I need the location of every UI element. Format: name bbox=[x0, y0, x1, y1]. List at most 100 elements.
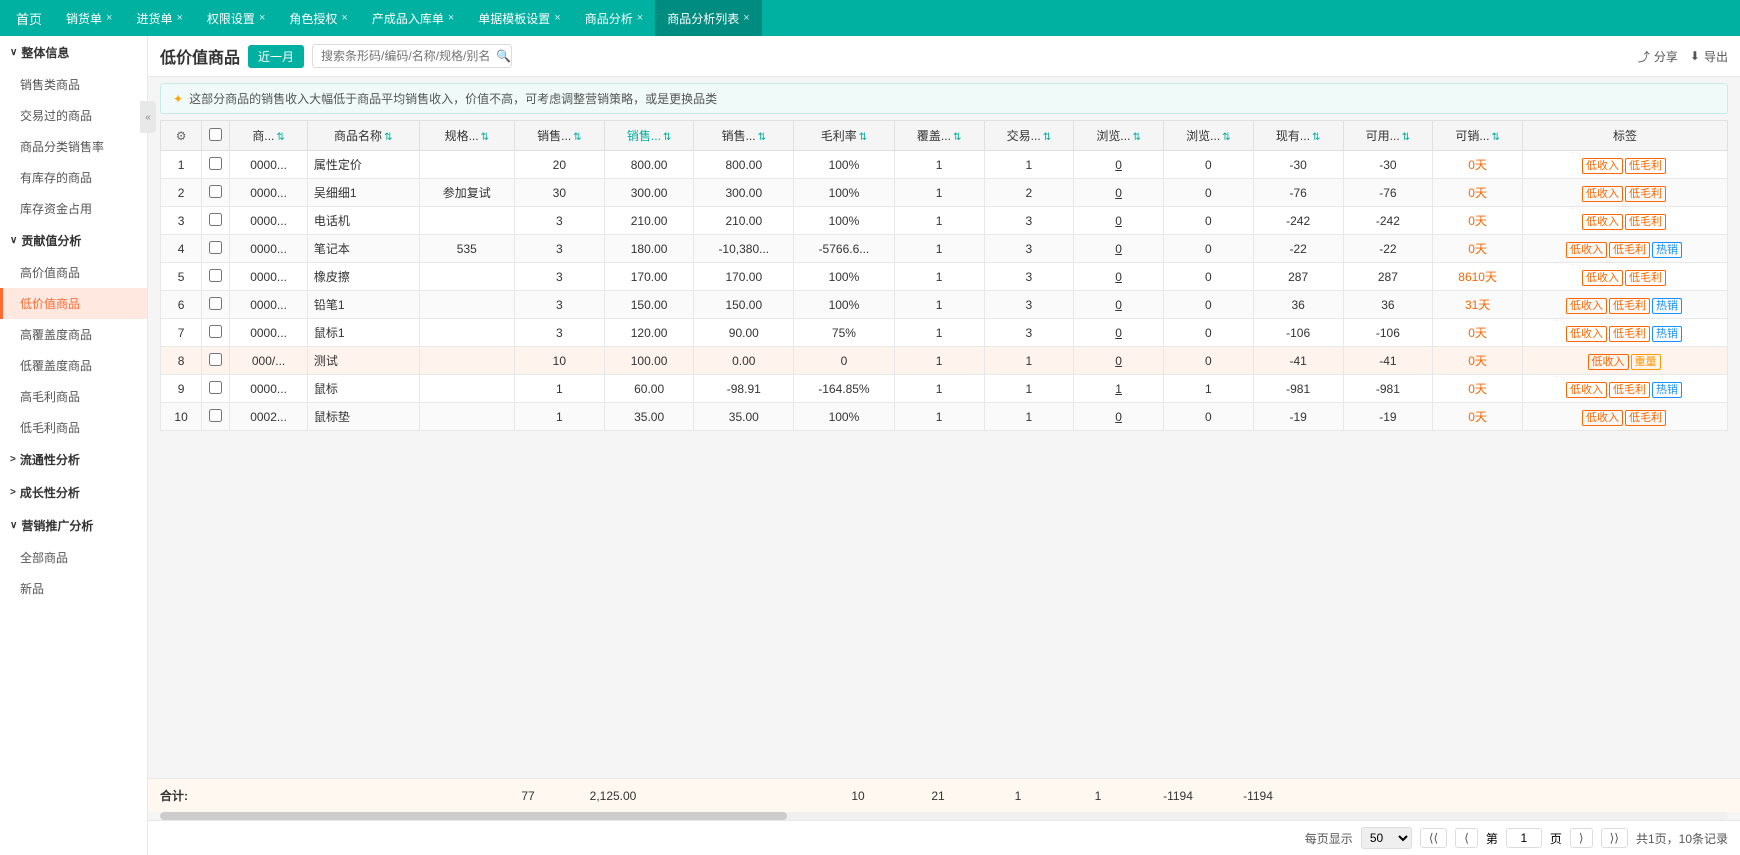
cell-checkbox[interactable] bbox=[202, 375, 230, 403]
cell-name[interactable]: 橡皮擦 bbox=[307, 263, 419, 291]
cell-browse1[interactable]: 0 bbox=[1074, 403, 1164, 431]
sidebar-item-all-goods[interactable]: 全部商品 bbox=[0, 542, 147, 573]
browse-link[interactable]: 0 bbox=[1115, 242, 1122, 256]
row-checkbox[interactable] bbox=[209, 241, 222, 254]
share-button[interactable]: ⤴ 分享 bbox=[1638, 48, 1678, 65]
row-checkbox[interactable] bbox=[209, 185, 222, 198]
nav-template[interactable]: 单据模板设置 × bbox=[466, 0, 572, 36]
cell-name[interactable]: 吴细细1 bbox=[307, 179, 419, 207]
cell-name[interactable]: 电话机 bbox=[307, 207, 419, 235]
sidebar-item-new-goods[interactable]: 新品 bbox=[0, 573, 147, 604]
col-cost[interactable]: 销售...⇅ bbox=[694, 121, 794, 151]
sidebar-collapse-button[interactable]: « bbox=[140, 101, 156, 133]
nav-product-analysis-list[interactable]: 商品分析列表 × bbox=[655, 0, 761, 36]
sidebar-item-low-value[interactable]: 低价值商品 bbox=[0, 288, 147, 319]
browse-link[interactable]: 0 bbox=[1115, 354, 1122, 368]
row-checkbox[interactable] bbox=[209, 157, 222, 170]
sidebar-item-traded-goods[interactable]: 交易过的商品 bbox=[0, 100, 147, 131]
first-page-button[interactable]: ⟨⟨ bbox=[1420, 828, 1447, 848]
row-checkbox[interactable] bbox=[209, 213, 222, 226]
page-size-select[interactable]: 50 100 200 bbox=[1361, 827, 1412, 849]
cell-name[interactable]: 鼠标垫 bbox=[307, 403, 419, 431]
nav-permission[interactable]: 权限设置 × bbox=[195, 0, 277, 36]
sidebar-section-liquidity[interactable]: > 流通性分析 bbox=[0, 443, 147, 476]
cell-checkbox[interactable] bbox=[202, 319, 230, 347]
sidebar-item-low-coverage[interactable]: 低覆盖度商品 bbox=[0, 350, 147, 381]
sidebar-item-sales-goods[interactable]: 销售类商品 bbox=[0, 69, 147, 100]
sidebar-item-high-margin[interactable]: 高毛利商品 bbox=[0, 381, 147, 412]
search-input[interactable] bbox=[312, 44, 512, 68]
sidebar-section-overall[interactable]: ∨ 整体信息 bbox=[0, 36, 147, 69]
nav-role-auth[interactable]: 角色授权 × bbox=[277, 0, 359, 36]
browse-link[interactable]: 0 bbox=[1115, 326, 1122, 340]
sidebar-item-stock-goods[interactable]: 有库存的商品 bbox=[0, 162, 147, 193]
col-margin[interactable]: 毛利率⇅ bbox=[794, 121, 895, 151]
browse-link[interactable]: 0 bbox=[1115, 298, 1122, 312]
cell-browse1[interactable]: 0 bbox=[1074, 235, 1164, 263]
cell-browse1[interactable]: 1 bbox=[1074, 375, 1164, 403]
cell-checkbox[interactable] bbox=[202, 151, 230, 179]
page-number-input[interactable] bbox=[1506, 828, 1542, 848]
nav-sales-order[interactable]: 销货单 × bbox=[54, 0, 124, 36]
last-page-button[interactable]: ⟩⟩ bbox=[1601, 828, 1628, 848]
cell-checkbox[interactable] bbox=[202, 179, 230, 207]
col-current[interactable]: 现有...⇅ bbox=[1253, 121, 1343, 151]
col-saleable[interactable]: 可销...⇅ bbox=[1433, 121, 1523, 151]
sidebar-section-marketing[interactable]: ∨ 营销推广分析 bbox=[0, 509, 147, 542]
cell-name[interactable]: 属性定价 bbox=[307, 151, 419, 179]
browse-link[interactable]: 1 bbox=[1115, 382, 1122, 396]
cell-checkbox[interactable] bbox=[202, 291, 230, 319]
next-page-button[interactable]: ⟩ bbox=[1570, 828, 1593, 848]
browse-link[interactable]: 0 bbox=[1115, 270, 1122, 284]
col-spec[interactable]: 规格...⇅ bbox=[419, 121, 514, 151]
cell-checkbox[interactable] bbox=[202, 263, 230, 291]
cell-browse1[interactable]: 0 bbox=[1074, 319, 1164, 347]
col-coverage[interactable]: 覆盖...⇅ bbox=[894, 121, 984, 151]
col-gear[interactable]: ⚙ bbox=[161, 121, 202, 151]
nav-close-product[interactable]: × bbox=[448, 12, 454, 24]
nav-product-stock[interactable]: 产成品入库单 × bbox=[360, 0, 466, 36]
col-available[interactable]: 可用...⇅ bbox=[1343, 121, 1433, 151]
browse-link[interactable]: 0 bbox=[1115, 410, 1122, 424]
sidebar-item-high-value[interactable]: 高价值商品 bbox=[0, 257, 147, 288]
row-checkbox[interactable] bbox=[209, 353, 222, 366]
sidebar-item-stock-capital[interactable]: 库存资金占用 bbox=[0, 193, 147, 224]
col-name[interactable]: 商品名称⇅ bbox=[307, 121, 419, 151]
sidebar-section-contribution[interactable]: ∨ 贡献值分析 bbox=[0, 224, 147, 257]
export-button[interactable]: ⬇ 导出 bbox=[1690, 48, 1728, 65]
row-checkbox[interactable] bbox=[209, 381, 222, 394]
nav-close-purchase[interactable]: × bbox=[176, 12, 182, 24]
sidebar-section-growth[interactable]: > 成长性分析 bbox=[0, 476, 147, 509]
cell-browse1[interactable]: 0 bbox=[1074, 263, 1164, 291]
cell-name[interactable]: 鼠标1 bbox=[307, 319, 419, 347]
cell-browse1[interactable]: 0 bbox=[1074, 207, 1164, 235]
cell-checkbox[interactable] bbox=[202, 207, 230, 235]
sidebar-item-category-sales[interactable]: 商品分类销售率 bbox=[0, 131, 147, 162]
column-settings-icon[interactable]: ⚙ bbox=[176, 129, 187, 143]
nav-close-analysis[interactable]: × bbox=[637, 12, 643, 24]
nav-close-permission[interactable]: × bbox=[259, 12, 265, 24]
col-browse1[interactable]: 浏览...⇅ bbox=[1074, 121, 1164, 151]
col-browse2[interactable]: 浏览...⇅ bbox=[1164, 121, 1254, 151]
row-checkbox[interactable] bbox=[209, 297, 222, 310]
col-qty[interactable]: 销售...⇅ bbox=[514, 121, 604, 151]
col-code[interactable]: 商...⇅ bbox=[230, 121, 308, 151]
sidebar-item-high-coverage[interactable]: 高覆盖度商品 bbox=[0, 319, 147, 350]
select-all-checkbox[interactable] bbox=[209, 128, 222, 141]
cell-name[interactable]: 鼠标 bbox=[307, 375, 419, 403]
cell-checkbox[interactable] bbox=[202, 347, 230, 375]
cell-checkbox[interactable] bbox=[202, 235, 230, 263]
search-icon[interactable]: 🔍 bbox=[496, 49, 511, 63]
nav-home[interactable]: 首页 bbox=[4, 0, 54, 36]
nav-close-template[interactable]: × bbox=[554, 12, 560, 24]
nav-close-sales-order[interactable]: × bbox=[106, 12, 112, 24]
col-transaction[interactable]: 交易...⇅ bbox=[984, 121, 1074, 151]
sidebar-item-low-margin[interactable]: 低毛利商品 bbox=[0, 412, 147, 443]
nav-product-analysis[interactable]: 商品分析 × bbox=[573, 0, 655, 36]
browse-link[interactable]: 0 bbox=[1115, 158, 1122, 172]
browse-link[interactable]: 0 bbox=[1115, 214, 1122, 228]
cell-name[interactable]: 测试 bbox=[307, 347, 419, 375]
cell-browse1[interactable]: 0 bbox=[1074, 179, 1164, 207]
nav-close-role[interactable]: × bbox=[341, 12, 347, 24]
cell-checkbox[interactable] bbox=[202, 403, 230, 431]
